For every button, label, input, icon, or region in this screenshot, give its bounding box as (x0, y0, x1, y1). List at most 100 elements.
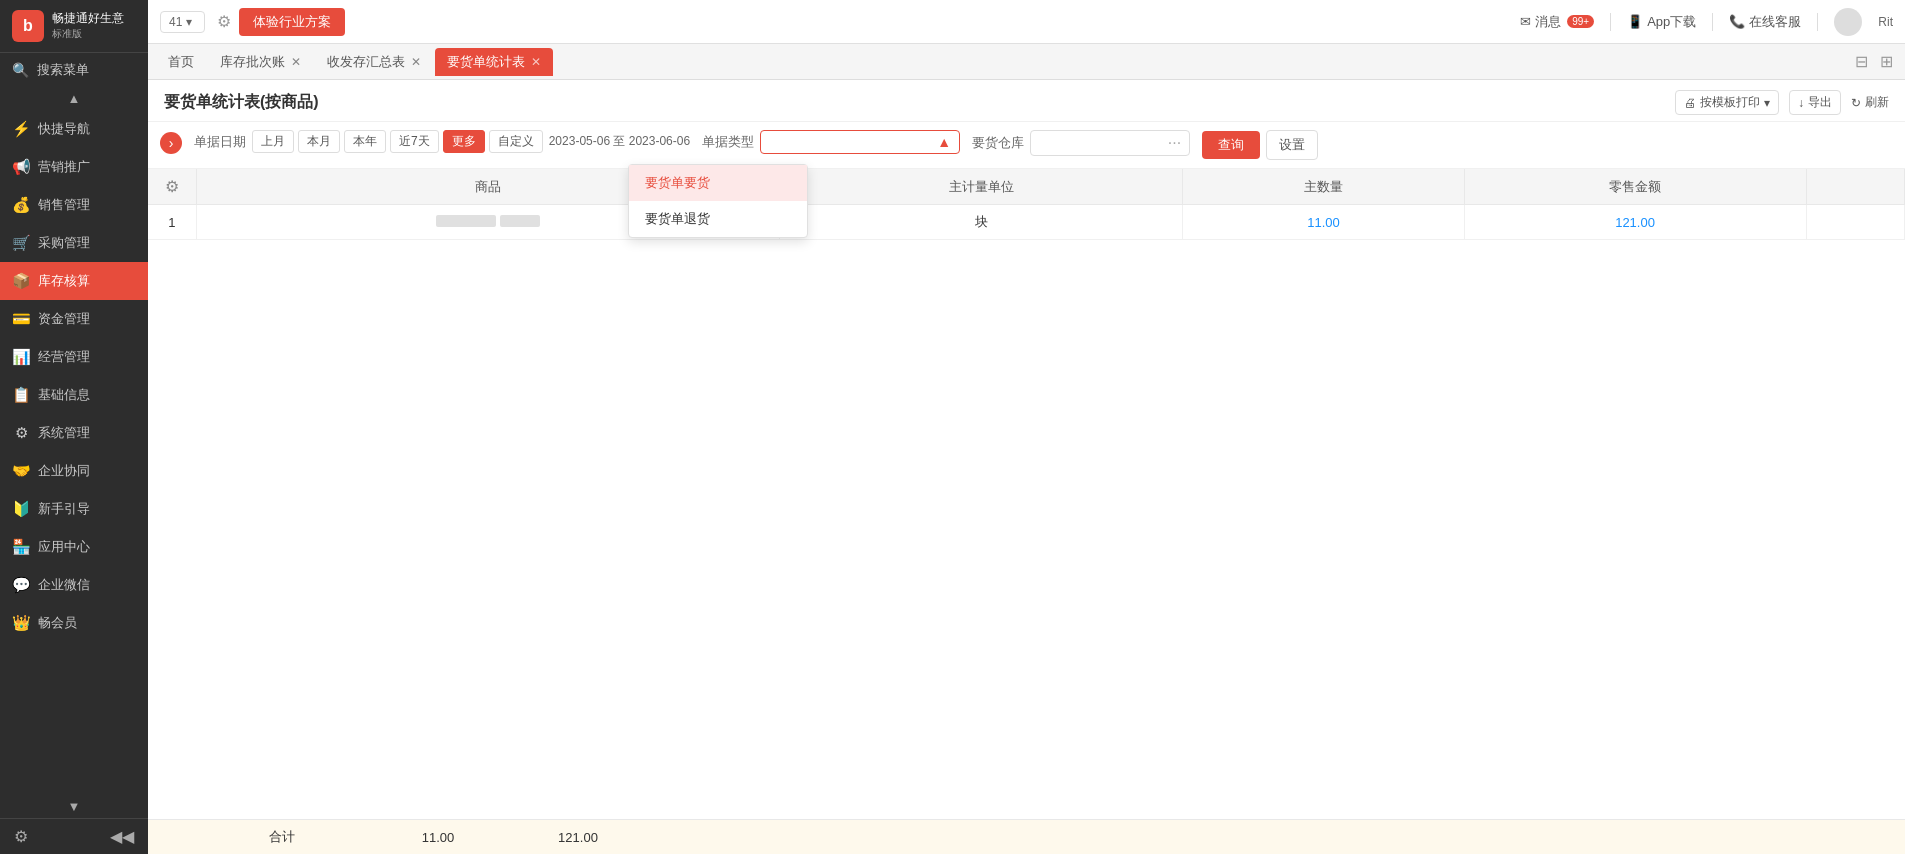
topbar-messages[interactable]: ✉ 消息 99+ (1520, 13, 1594, 31)
sidebar-item-appstore[interactable]: 🏪 应用中心 (0, 528, 148, 566)
topbar-app-download[interactable]: 📱 App下载 (1627, 13, 1696, 31)
tab-req-stat[interactable]: 要货单统计表 ✕ (435, 48, 553, 76)
filter-this-year-btn[interactable]: 本年 (344, 130, 386, 153)
tabbar-minimize-btn[interactable]: ⊟ (1851, 50, 1872, 73)
filter-expand-btn[interactable]: › (160, 132, 182, 154)
service-label: 在线客服 (1749, 13, 1801, 31)
filter-date-range: 2023-05-06 至 2023-06-06 (549, 133, 690, 150)
filter-custom-btn[interactable]: 自定义 (489, 130, 543, 153)
table-col-qty: 主数量 (1183, 169, 1464, 205)
date-label: 单据日期 (194, 133, 246, 151)
sidebar-item-corp[interactable]: 🤝 企业协同 (0, 452, 148, 490)
marketing-icon: 📢 (12, 158, 30, 176)
sidebar-nav: ⚡ 快捷导航 📢 营销推广 💰 销售管理 🛒 采购管理 📦 库存核算 💳 资金管… (0, 110, 148, 795)
main-area: 41 ▾ ⚙ 体验行业方案 ✉ 消息 99+ 📱 App下载 📞 在线客服 (148, 0, 1905, 854)
tabbar-actions: ⊟ ⊞ (1851, 50, 1897, 73)
topbar-online-service[interactable]: 📞 在线客服 (1729, 13, 1801, 31)
sidebar-item-finance[interactable]: 💳 资金管理 (0, 300, 148, 338)
filter-type-input-wrap: ▲ (760, 130, 960, 154)
sidebar-item-marketing[interactable]: 📢 营销推广 (0, 148, 148, 186)
settings-btn[interactable]: 设置 (1266, 130, 1318, 160)
dropdown-item-req-order[interactable]: 要货单要货 (629, 165, 807, 201)
sidebar-item-label: 企业协同 (38, 462, 90, 480)
refresh-label: 刷新 (1865, 94, 1889, 111)
print-template-label: 按模板打印 (1700, 94, 1760, 111)
wechat-icon: 💬 (12, 576, 30, 594)
sidebar-item-inventory[interactable]: 📦 库存核算 (0, 262, 148, 300)
tab-home[interactable]: 首页 (156, 48, 206, 76)
type-dropdown: 要货单要货 要货单退货 (628, 164, 808, 238)
sidebar-scroll-up[interactable]: ▲ (0, 87, 148, 110)
page-actions: 🖨 按模板打印 ▾ ↓ 导出 ↻ 刷新 (1675, 90, 1889, 115)
sidebar-item-basic[interactable]: 📋 基础信息 (0, 376, 148, 414)
sidebar-item-label: 采购管理 (38, 234, 90, 252)
sidebar-item-sales[interactable]: 💰 销售管理 (0, 186, 148, 224)
sidebar-item-purchase[interactable]: 🛒 采购管理 (0, 224, 148, 262)
topbar-gear-icon[interactable]: ⚙ (217, 12, 231, 31)
sidebar-item-member[interactable]: 👑 畅会员 (0, 604, 148, 642)
store-select[interactable]: 41 ▾ (160, 11, 205, 33)
filter-prev-month-btn[interactable]: 上月 (252, 130, 294, 153)
corp-icon: 🤝 (12, 462, 30, 480)
filter-last7days-btn[interactable]: 近7天 (390, 130, 439, 153)
sidebar-scroll-down[interactable]: ▼ (0, 795, 148, 818)
sidebar: b 畅捷通好生意 标准版 🔍 搜索菜单 ▲ ⚡ 快捷导航 📢 营销推广 💰 销售… (0, 0, 148, 854)
tab-recv-summary[interactable]: 收发存汇总表 ✕ (315, 48, 433, 76)
type-dropdown-arrow[interactable]: ▲ (937, 134, 951, 150)
filter-warehouse-input[interactable] (1039, 136, 1168, 151)
sidebar-item-operation[interactable]: 📊 经营管理 (0, 338, 148, 376)
filter-this-month-btn[interactable]: 本月 (298, 130, 340, 153)
sidebar-footer: ⚙ ◀◀ (0, 818, 148, 854)
warehouse-more-icon[interactable]: ··· (1168, 134, 1181, 152)
sidebar-item-label: 资金管理 (38, 310, 90, 328)
basic-icon: 📋 (12, 386, 30, 404)
row-qty[interactable]: 11.00 (1183, 205, 1464, 240)
tab-batch-account[interactable]: 库存批次账 ✕ (208, 48, 313, 76)
sidebar-search-label: 搜索菜单 (37, 61, 89, 79)
trial-btn[interactable]: 体验行业方案 (239, 8, 345, 36)
sidebar-item-label: 基础信息 (38, 386, 90, 404)
sidebar-search[interactable]: 🔍 搜索菜单 (0, 53, 148, 87)
filter-more-btn[interactable]: 更多 (443, 130, 485, 153)
mobile-icon: 📱 (1627, 14, 1643, 29)
filter-type-input[interactable] (769, 135, 937, 150)
data-table: ⚙ 商品 主计量单位 主数量 零售金额 1 (148, 169, 1905, 240)
refresh-btn[interactable]: ↻ 刷新 (1851, 94, 1889, 111)
product-name-placeholder (436, 215, 496, 227)
filter-type-group: 单据类型 ▲ (702, 130, 960, 154)
sidebar-item-wechat[interactable]: 💬 企业微信 (0, 566, 148, 604)
sidebar-item-system[interactable]: ⚙ 系统管理 (0, 414, 148, 452)
query-btn[interactable]: 查询 (1202, 131, 1260, 159)
filter-actions: 查询 设置 (1202, 130, 1318, 160)
export-label: 导出 (1808, 94, 1832, 111)
finance-icon: 💳 (12, 310, 30, 328)
export-btn[interactable]: ↓ 导出 (1789, 90, 1841, 115)
tab-recv-summary-close[interactable]: ✕ (411, 55, 421, 69)
row-amount[interactable]: 121.00 (1464, 205, 1806, 240)
sidebar-item-label: 销售管理 (38, 196, 90, 214)
search-icon: 🔍 (12, 62, 29, 78)
tab-req-stat-close[interactable]: ✕ (531, 55, 541, 69)
message-label: 消息 (1535, 13, 1561, 31)
print-template-btn[interactable]: 🖨 按模板打印 ▾ (1675, 90, 1779, 115)
row-no: 1 (148, 205, 196, 240)
table-col-amount: 零售金额 (1464, 169, 1806, 205)
sidebar-item-quick-nav[interactable]: ⚡ 快捷导航 (0, 110, 148, 148)
footer-settings-icon[interactable]: ⚙ (14, 827, 28, 846)
messages-badge: 99+ (1567, 15, 1594, 28)
footer-qty: 11.00 (358, 830, 518, 845)
topbar: 41 ▾ ⚙ 体验行业方案 ✉ 消息 99+ 📱 App下载 📞 在线客服 (148, 0, 1905, 44)
table-col-settings[interactable]: ⚙ (148, 169, 196, 205)
message-icon: ✉ (1520, 14, 1531, 29)
user-avatar[interactable] (1834, 8, 1862, 36)
guide-icon: 🔰 (12, 500, 30, 518)
table-row: 1 块 11.00 121.00 (148, 205, 1905, 240)
footer-label: 合计 (158, 828, 358, 846)
inventory-icon: 📦 (12, 272, 30, 290)
tab-batch-account-close[interactable]: ✕ (291, 55, 301, 69)
footer-collapse-icon[interactable]: ◀◀ (110, 827, 134, 846)
dropdown-item-req-return[interactable]: 要货单退货 (629, 201, 807, 237)
tabbar-expand-btn[interactable]: ⊞ (1876, 50, 1897, 73)
sidebar-item-guide[interactable]: 🔰 新手引导 (0, 490, 148, 528)
sidebar-item-label: 新手引导 (38, 500, 90, 518)
